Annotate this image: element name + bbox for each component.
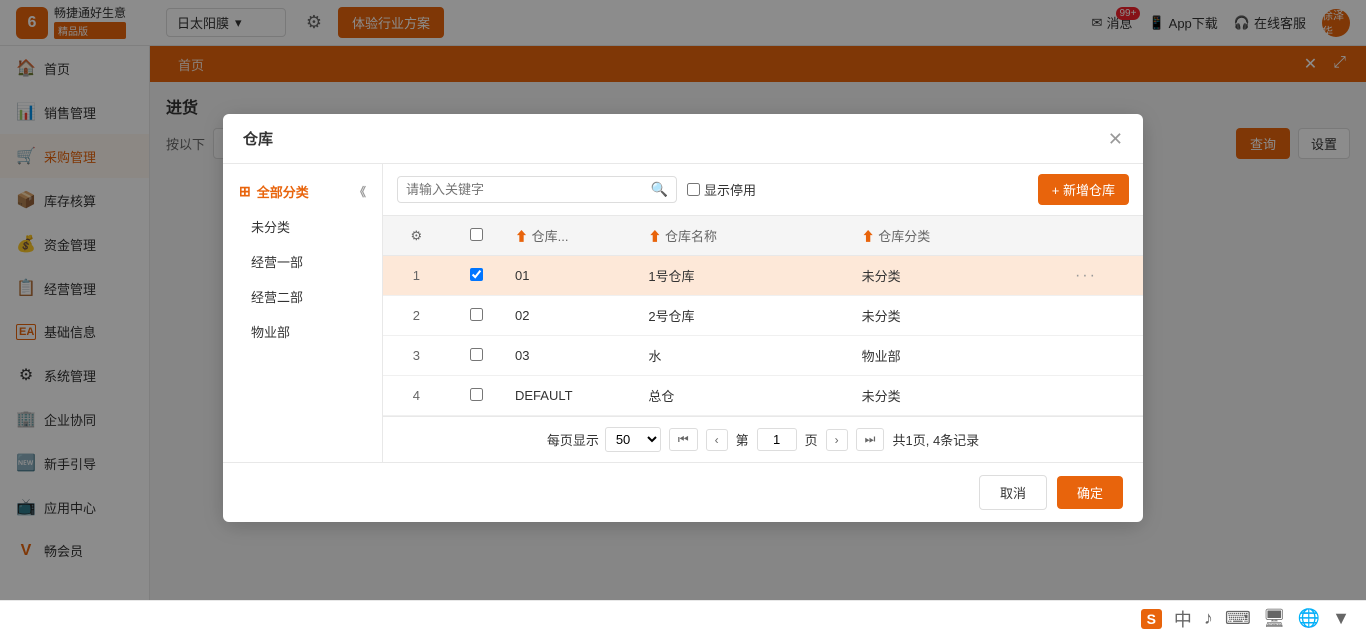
search-input[interactable] bbox=[406, 182, 645, 197]
total-info: 共1页, 4条记录 bbox=[892, 430, 979, 449]
page-first-btn[interactable]: ⏮ bbox=[669, 428, 698, 451]
grid-icon: ⊞ bbox=[239, 183, 251, 200]
col-header-check[interactable] bbox=[450, 216, 503, 256]
col-header-action bbox=[1063, 216, 1143, 256]
content-panel: 🔍 显示停用 + 新增仓库 ⚙ bbox=[383, 164, 1143, 462]
row-checkbox[interactable] bbox=[470, 388, 483, 401]
row-num: 2 bbox=[383, 296, 450, 336]
modal-footer: 取消 确定 bbox=[223, 462, 1143, 522]
table-row[interactable]: 4 DEFAULT 总仓 未分类 bbox=[383, 376, 1143, 416]
row-checkbox[interactable] bbox=[470, 308, 483, 321]
table-row[interactable]: 2 02 2号仓库 未分类 bbox=[383, 296, 1143, 336]
row-code: 02 bbox=[503, 296, 636, 336]
col-header-category: ⬆ 仓库分类 bbox=[850, 216, 1063, 256]
row-action: ··· bbox=[1063, 256, 1143, 296]
per-page-select[interactable]: 50 100 bbox=[605, 427, 661, 452]
tree-all-category[interactable]: ⊞ 全部分类 《 bbox=[223, 174, 382, 209]
modal-close-button[interactable]: ✕ bbox=[1108, 130, 1123, 148]
sort-icon: ⬆ bbox=[515, 229, 528, 244]
page-unit: 页 bbox=[805, 430, 818, 449]
tree-item-dept2[interactable]: 经营二部 bbox=[223, 279, 382, 314]
col-header-name: ⬆ 仓库名称 bbox=[636, 216, 849, 256]
table-row[interactable]: 1 01 1号仓库 未分类 ··· bbox=[383, 256, 1143, 296]
warehouse-modal: 仓库 ✕ ⊞ 全部分类 《 未分类 经营一部 经营二部 物业部 bbox=[223, 114, 1143, 522]
show-disabled-checkbox[interactable]: 显示停用 bbox=[687, 180, 756, 199]
warehouse-table: ⚙ ⬆ 仓库... ⬆ bbox=[383, 216, 1143, 416]
tree-item-property[interactable]: 物业部 bbox=[223, 314, 382, 349]
row-name: 水 bbox=[636, 336, 849, 376]
row-checkbox[interactable] bbox=[470, 348, 483, 361]
tree-item-dept1[interactable]: 经营一部 bbox=[223, 244, 382, 279]
taskbar-icon-zh[interactable]: 中 bbox=[1174, 606, 1192, 632]
page-label: 第 bbox=[736, 430, 749, 449]
sort-icon-cat: ⬆ bbox=[862, 229, 875, 244]
row-category: 物业部 bbox=[850, 336, 1063, 376]
row-action bbox=[1063, 336, 1143, 376]
page-number-input[interactable] bbox=[757, 428, 797, 451]
cancel-button[interactable]: 取消 bbox=[979, 475, 1047, 510]
row-checkbox-cell[interactable] bbox=[450, 296, 503, 336]
col-header-code: ⬆ 仓库... bbox=[503, 216, 636, 256]
taskbar-icon-collapse[interactable]: ▼ bbox=[1332, 608, 1350, 629]
row-checkbox-cell[interactable] bbox=[450, 256, 503, 296]
row-checkbox-cell[interactable] bbox=[450, 336, 503, 376]
bottom-taskbar: S 中 ♪ ⌨ 🖥 🌐 ▼ bbox=[0, 600, 1366, 636]
row-action bbox=[1063, 376, 1143, 416]
tree-panel: ⊞ 全部分类 《 未分类 经营一部 经营二部 物业部 bbox=[223, 164, 383, 462]
col-header-gear[interactable]: ⚙ bbox=[383, 216, 450, 256]
row-num: 4 bbox=[383, 376, 450, 416]
row-name: 1号仓库 bbox=[636, 256, 849, 296]
row-code: DEFAULT bbox=[503, 376, 636, 416]
row-name: 2号仓库 bbox=[636, 296, 849, 336]
page-last-btn[interactable]: ⏭ bbox=[856, 428, 885, 451]
tree-item-unclassified[interactable]: 未分类 bbox=[223, 209, 382, 244]
row-code: 01 bbox=[503, 256, 636, 296]
sort-icon-name: ⬆ bbox=[648, 229, 661, 244]
table-row[interactable]: 3 03 水 物业部 bbox=[383, 336, 1143, 376]
row-checkbox[interactable] bbox=[470, 268, 483, 281]
select-all-checkbox[interactable] bbox=[470, 228, 483, 241]
modal-overlay: 仓库 ✕ ⊞ 全部分类 《 未分类 经营一部 经营二部 物业部 bbox=[0, 0, 1366, 636]
row-num: 1 bbox=[383, 256, 450, 296]
taskbar-icon-sound[interactable]: ♪ bbox=[1204, 608, 1213, 629]
taskbar-icon-network[interactable]: 🌐 bbox=[1298, 608, 1320, 629]
taskbar-icon-display[interactable]: 🖥 bbox=[1263, 608, 1286, 629]
row-category: 未分类 bbox=[850, 376, 1063, 416]
content-toolbar: 🔍 显示停用 + 新增仓库 bbox=[383, 164, 1143, 216]
row-action bbox=[1063, 296, 1143, 336]
modal-header: 仓库 ✕ bbox=[223, 114, 1143, 164]
row-checkbox-cell[interactable] bbox=[450, 376, 503, 416]
row-code: 03 bbox=[503, 336, 636, 376]
confirm-button[interactable]: 确定 bbox=[1057, 476, 1123, 509]
row-num: 3 bbox=[383, 336, 450, 376]
more-actions-btn[interactable]: ··· bbox=[1075, 267, 1097, 284]
bottom-logo: S bbox=[1141, 609, 1162, 629]
settings-icon: ⚙ bbox=[411, 228, 423, 243]
modal-title: 仓库 bbox=[243, 128, 273, 149]
modal-body: ⊞ 全部分类 《 未分类 经营一部 经营二部 物业部 🔍 bbox=[223, 164, 1143, 462]
disabled-checkbox[interactable] bbox=[687, 183, 700, 196]
taskbar-icon-keyboard[interactable]: ⌨ bbox=[1225, 608, 1251, 629]
tree-collapse-btn[interactable]: 《 bbox=[354, 183, 366, 200]
row-category: 未分类 bbox=[850, 296, 1063, 336]
pagination-bar: 每页显示 50 100 ⏮ ‹ 第 页 › ⏭ 共1页, 4条记录 bbox=[383, 416, 1143, 462]
per-page-wrap: 每页显示 50 100 bbox=[547, 427, 661, 452]
add-warehouse-button[interactable]: + 新增仓库 bbox=[1038, 174, 1129, 205]
search-icon: 🔍 bbox=[651, 181, 668, 198]
page-next-btn[interactable]: › bbox=[826, 429, 848, 451]
row-name: 总仓 bbox=[636, 376, 849, 416]
page-prev-btn[interactable]: ‹ bbox=[706, 429, 728, 451]
per-page-label: 每页显示 bbox=[547, 430, 599, 449]
row-category: 未分类 bbox=[850, 256, 1063, 296]
search-wrap: 🔍 bbox=[397, 176, 677, 203]
